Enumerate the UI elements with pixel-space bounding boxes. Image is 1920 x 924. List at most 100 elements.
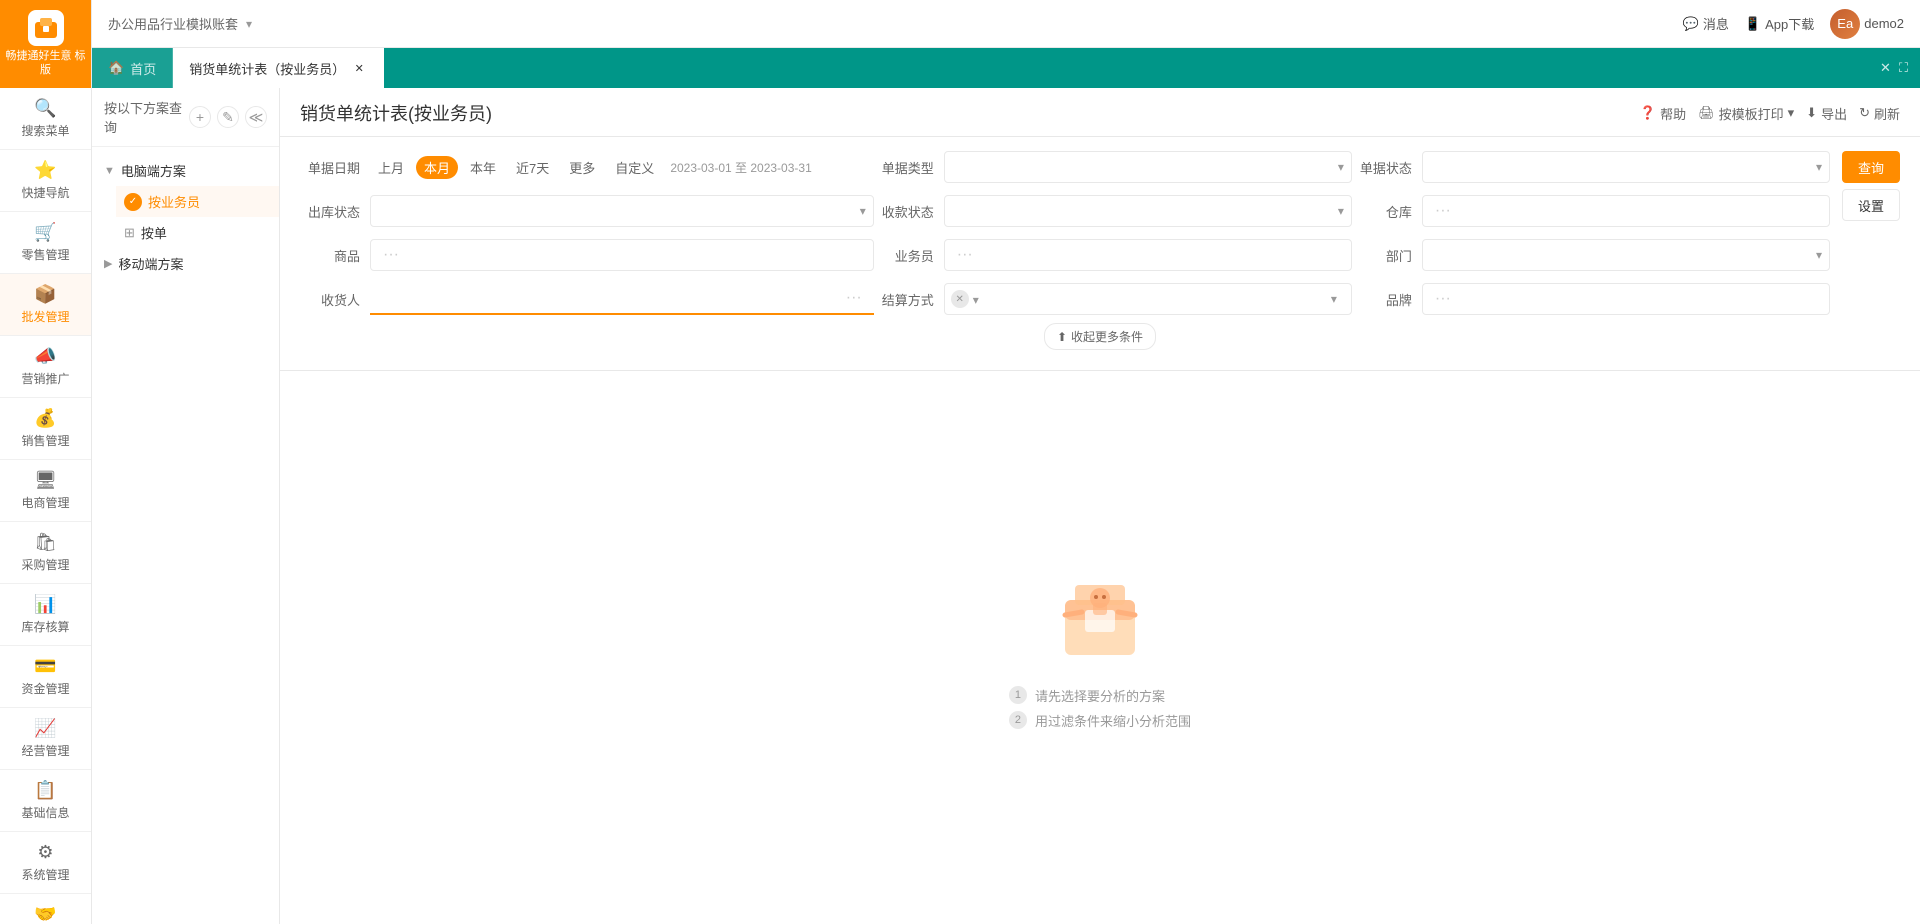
goods-dots[interactable]: ··· bbox=[377, 246, 405, 264]
tree-sub-item-order[interactable]: ⊞ 按单 bbox=[116, 217, 279, 248]
edit-scheme-button[interactable]: ✎ bbox=[217, 106, 239, 128]
user-menu[interactable]: Ea demo2 bbox=[1830, 9, 1904, 39]
export-button[interactable]: ⬇ 导出 bbox=[1806, 104, 1847, 123]
date-option-this-year[interactable]: 本年 bbox=[462, 156, 504, 179]
finance-icon: 💳 bbox=[34, 656, 56, 677]
sidebar-menu: 🔍 搜索菜单 ⭐ 快捷导航 🛒 零售管理 📦 批发管理 📣 营销推广 💰 销售管… bbox=[0, 88, 91, 924]
settlement-label: 结算方式 bbox=[874, 290, 944, 309]
sidebar-item-label: 搜索菜单 bbox=[21, 122, 69, 139]
tab-close-button[interactable]: ✕ bbox=[351, 60, 367, 76]
settlement-clear-button[interactable]: ✕ bbox=[951, 290, 969, 308]
query-button[interactable]: 查询 bbox=[1842, 151, 1900, 183]
retail-icon: 🛒 bbox=[34, 222, 56, 243]
sidebar-item-label: 零售管理 bbox=[21, 246, 69, 263]
sidebar-item-label: 批发管理 bbox=[21, 308, 69, 325]
receiver-dots[interactable]: ··· bbox=[840, 289, 868, 307]
content: 按以下方案查询 + ✎ ≪ ▼ 电脑端方案 ✓ 按业务员 bbox=[92, 88, 1920, 924]
wholesale-icon: 📦 bbox=[34, 284, 56, 305]
page-header: 销货单统计表(按业务员) ❓ 帮助 🖨 按模板打印 ▾ ⬇ 导出 bbox=[280, 88, 1920, 137]
sidebar-item-label: 采购管理 bbox=[21, 556, 69, 573]
tab-maximize-area: ✕ ⛶ bbox=[1868, 60, 1920, 76]
collapse-panel-button[interactable]: ≪ bbox=[245, 106, 267, 128]
step1-circle: 1 bbox=[1009, 686, 1027, 704]
logo-icon bbox=[28, 10, 64, 46]
app-download-button[interactable]: 📱 App下载 bbox=[1745, 14, 1814, 33]
help-button[interactable]: ❓ 帮助 bbox=[1640, 104, 1686, 123]
close-window-icon[interactable]: ✕ bbox=[1880, 60, 1891, 76]
sidebar-item-inventory[interactable]: 📊 库存核算 bbox=[0, 584, 91, 646]
tree-label-mobile: 移动端方案 bbox=[118, 254, 183, 273]
main-area: 办公用品行业模拟账套 ▾ 💬 消息 📱 App下载 Ea demo2 🏠 首页 bbox=[92, 0, 1920, 924]
sidebar-item-search[interactable]: 🔍 搜索菜单 bbox=[0, 88, 91, 150]
sidebar-item-label: 电商管理 bbox=[21, 494, 69, 511]
receiver-input-wrapper: ··· bbox=[370, 283, 874, 315]
warehouse-dots[interactable]: ··· bbox=[1429, 202, 1457, 220]
template-print-button[interactable]: 🖨 按模板打印 ▾ bbox=[1698, 104, 1794, 123]
receiver-input[interactable] bbox=[376, 283, 840, 313]
filter-row-4: 收货人 ··· 结算方式 ✕ bbox=[300, 283, 1830, 315]
collapse-button[interactable]: ⬆ 收起更多条件 bbox=[1044, 323, 1156, 350]
tab-sales-stats[interactable]: 销货单统计表（按业务员） ✕ bbox=[173, 48, 384, 88]
tree-chevron-desktop: ▼ bbox=[104, 165, 115, 177]
sidebar-item-marketing[interactable]: 📣 营销推广 bbox=[0, 336, 91, 398]
toolbar-right: 查询 设置 bbox=[1830, 151, 1900, 221]
sidebar-item-label: 快捷导航 bbox=[21, 184, 69, 201]
step1-text: 请先选择要分析的方案 bbox=[1035, 686, 1165, 705]
settlement-input-wrapper: ✕ ▾ bbox=[944, 283, 1352, 315]
filter-row-3: 商品 ··· 业务员 ··· bbox=[300, 239, 1830, 271]
salesperson-dots[interactable]: ··· bbox=[951, 246, 979, 264]
tree-item-desktop[interactable]: ▼ 电脑端方案 bbox=[92, 155, 279, 186]
date-option-this-month[interactable]: 本月 bbox=[416, 156, 458, 179]
tab-home[interactable]: 🏠 首页 bbox=[92, 48, 173, 88]
receipt-status-select[interactable] bbox=[944, 195, 1352, 227]
tree-item-mobile[interactable]: ▶ 移动端方案 bbox=[92, 248, 279, 279]
sidebar-item-purchase[interactable]: 🛍 采购管理 bbox=[0, 522, 91, 584]
doc-status-select[interactable] bbox=[1422, 151, 1830, 183]
sidebar-item-enterprise[interactable]: 🤝 企业协同 bbox=[0, 894, 91, 924]
sidebar-item-basic[interactable]: 📋 基础信息 bbox=[0, 770, 91, 832]
maximize-icon[interactable]: ⛶ bbox=[1899, 60, 1908, 76]
date-option-custom[interactable]: 自定义 bbox=[607, 156, 662, 179]
sidebar-item-system[interactable]: ⚙ 系统管理 bbox=[0, 832, 91, 894]
sidebar-item-operations[interactable]: 📈 经营管理 bbox=[0, 708, 91, 770]
out-status-select-wrapper bbox=[370, 195, 874, 227]
tree-sub-desktop: ✓ 按业务员 ⊞ 按单 bbox=[92, 186, 279, 248]
left-panel-actions: + ✎ ≪ bbox=[189, 106, 267, 128]
sidebar-item-quick-nav[interactable]: ⭐ 快捷导航 bbox=[0, 150, 91, 212]
tree-chevron-mobile: ▶ bbox=[104, 257, 112, 270]
department-select[interactable] bbox=[1422, 239, 1830, 271]
export-icon: ⬇ bbox=[1806, 105, 1817, 121]
empty-text: 1 请先选择要分析的方案 2 用过滤条件来缩小分析范围 bbox=[1009, 686, 1191, 736]
date-range-text: 2023-03-01 至 2023-03-31 bbox=[670, 159, 811, 176]
sidebar-item-finance[interactable]: 💳 资金管理 bbox=[0, 646, 91, 708]
sidebar-item-ecommerce[interactable]: 🖥 电商管理 bbox=[0, 460, 91, 522]
tree-sub-item-salesperson[interactable]: ✓ 按业务员 bbox=[116, 186, 279, 217]
sidebar-item-retail[interactable]: 🛒 零售管理 bbox=[0, 212, 91, 274]
sidebar-item-wholesale[interactable]: 📦 批发管理 bbox=[0, 274, 91, 336]
filter-goods-item: 商品 ··· bbox=[300, 239, 874, 271]
out-status-label: 出库状态 bbox=[300, 202, 370, 221]
right-panel: 销货单统计表(按业务员) ❓ 帮助 🖨 按模板打印 ▾ ⬇ 导出 bbox=[280, 88, 1920, 924]
sidebar-item-sales[interactable]: 💰 销售管理 bbox=[0, 398, 91, 460]
filter-department-item: 部门 bbox=[1352, 239, 1830, 271]
tab-home-icon: 🏠 bbox=[108, 60, 124, 76]
date-option-more[interactable]: 更多 bbox=[561, 156, 603, 179]
doc-type-select[interactable] bbox=[944, 151, 1352, 183]
date-option-7days[interactable]: 近7天 bbox=[508, 156, 557, 179]
message-button[interactable]: 💬 消息 bbox=[1683, 14, 1729, 33]
receipt-status-select-wrapper bbox=[944, 195, 1352, 227]
refresh-button[interactable]: ↻ 刷新 bbox=[1859, 104, 1900, 123]
add-scheme-button[interactable]: + bbox=[189, 106, 211, 128]
sidebar-item-label: 基础信息 bbox=[21, 804, 69, 821]
sidebar-item-label: 经营管理 bbox=[21, 742, 69, 759]
topbar-left: 办公用品行业模拟账套 ▾ bbox=[108, 14, 252, 33]
filter-area: 单据日期 上月 本月 本年 近7天 更多 自定义 2023-03-01 至 20… bbox=[280, 137, 1920, 371]
template-print-label: 按模板打印 bbox=[1719, 104, 1784, 123]
settlement-dropdown-icon[interactable]: ▾ bbox=[973, 293, 979, 307]
out-status-select[interactable] bbox=[370, 195, 874, 227]
sidebar-item-label: 库存核算 bbox=[21, 618, 69, 635]
topbar-dropdown-icon[interactable]: ▾ bbox=[246, 17, 252, 31]
date-option-last-month[interactable]: 上月 bbox=[370, 156, 412, 179]
brand-dots[interactable]: ··· bbox=[1429, 290, 1457, 308]
settings-button[interactable]: 设置 bbox=[1842, 189, 1900, 221]
